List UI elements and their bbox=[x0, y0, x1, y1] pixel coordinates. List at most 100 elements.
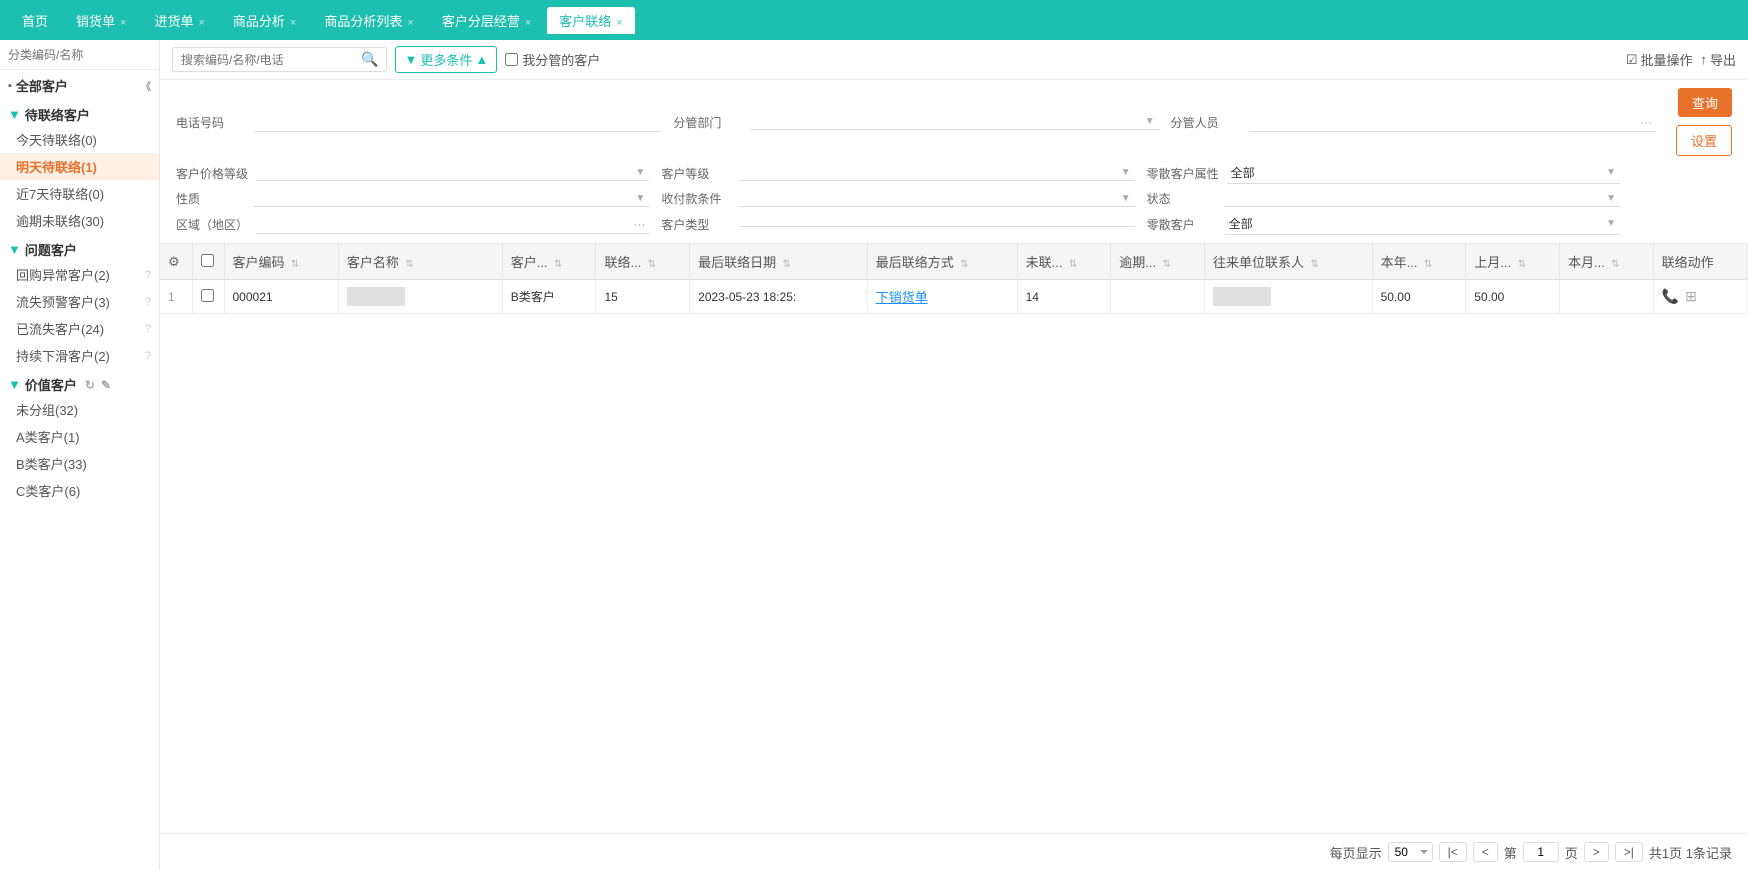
sidebar-ungrouped[interactable]: 未分组(32) bbox=[0, 396, 159, 423]
th-uncontacted[interactable]: 未联... ⇅ bbox=[1017, 244, 1111, 280]
payment-select[interactable]: ▼ bbox=[739, 191, 1134, 207]
phone-filter: 电话号码 bbox=[176, 113, 661, 132]
page-label-end: 页 bbox=[1565, 843, 1578, 862]
th-last-contact-date[interactable]: 最后联络日期 ⇅ bbox=[690, 244, 868, 280]
sort-contact-count-icon: ⇅ bbox=[648, 259, 656, 270]
toolbar: 🔍 ▼ 更多条件 ▲ 我分管的客户 ☑ 批量操作 ↑ 导出 bbox=[160, 40, 1748, 80]
th-this-year[interactable]: 本年... ⇅ bbox=[1372, 244, 1466, 280]
row-contact-count: 15 bbox=[596, 280, 690, 314]
filter-row-3: 性质 ▼ 收付款条件 ▼ 状态 bbox=[176, 190, 1732, 207]
prev-page-button[interactable]: < bbox=[1473, 842, 1498, 862]
nav-product-analysis-list[interactable]: 商品分析列表× bbox=[312, 7, 425, 34]
nav-product-analysis[interactable]: 商品分析× bbox=[221, 7, 308, 34]
sidebar-churn-warning[interactable]: 流失预警客户(3) ? bbox=[0, 288, 159, 315]
status-select[interactable]: ▼ bbox=[1225, 191, 1620, 207]
set-button[interactable]: 设置 bbox=[1676, 125, 1732, 156]
gender-select[interactable]: ▼ bbox=[254, 191, 649, 207]
region-dots: ··· bbox=[633, 217, 645, 231]
nav-home[interactable]: 首页 bbox=[10, 7, 60, 34]
nav-customer-segmentation[interactable]: 客户分层经营× bbox=[430, 7, 543, 34]
region-select[interactable]: ··· bbox=[256, 215, 649, 234]
row-last-contact-method[interactable]: 下销货单 bbox=[867, 280, 1017, 314]
retail-attr-select[interactable]: 全部 ▼ bbox=[1227, 162, 1620, 184]
sort-name-icon: ⇅ bbox=[405, 259, 413, 270]
refresh-icon[interactable]: ↻ bbox=[85, 378, 95, 392]
sidebar-overdue-contact[interactable]: 逾期未联络(30) bbox=[0, 207, 159, 234]
first-page-button[interactable]: |< bbox=[1439, 842, 1467, 862]
payment-label: 收付款条件 bbox=[661, 190, 731, 207]
next-page-button[interactable]: > bbox=[1584, 842, 1609, 862]
sidebar-churned[interactable]: 已流失客户(24) ? bbox=[0, 315, 159, 342]
batch-operation-button[interactable]: ☑ 批量操作 bbox=[1626, 50, 1693, 69]
filter-actions: 查询 设置 bbox=[1676, 88, 1732, 156]
per-page-select[interactable]: 50 100 200 bbox=[1388, 842, 1433, 862]
sidebar-search-input[interactable] bbox=[8, 48, 160, 62]
phone-input[interactable] bbox=[254, 113, 661, 132]
customer-type-select[interactable] bbox=[739, 222, 1134, 227]
retail-attr-filter: 零散客户属性 全部 ▼ bbox=[1147, 162, 1620, 184]
status-arrow: ▼ bbox=[1606, 193, 1616, 204]
more-filters-button[interactable]: ▼ 更多条件 ▲ bbox=[395, 46, 497, 73]
last-contact-method-link[interactable]: 下销货单 bbox=[876, 290, 928, 305]
th-this-month[interactable]: 本月... ⇅ bbox=[1559, 244, 1653, 280]
th-name[interactable]: 客户名称 ⇅ bbox=[338, 244, 502, 280]
sort-overdue-icon: ⇅ bbox=[1162, 259, 1170, 270]
search-input[interactable] bbox=[181, 53, 361, 67]
export-icon: ↑ bbox=[1700, 52, 1707, 67]
dept-select[interactable]: ▼ bbox=[751, 114, 1158, 130]
sidebar-c-customers[interactable]: C类客户(6) bbox=[0, 477, 159, 504]
sidebar-abnormal-repurchase[interactable]: 回购异常客户(2) ? bbox=[0, 261, 159, 288]
th-code[interactable]: 客户编码 ⇅ bbox=[224, 244, 338, 280]
retail-customer-select[interactable]: 全部 ▼ bbox=[1225, 213, 1620, 235]
select-all-checkbox[interactable] bbox=[201, 254, 214, 267]
sidebar-declining[interactable]: 持续下滑客户(2) ? bbox=[0, 342, 159, 369]
customer-value-select[interactable]: ▼ bbox=[256, 165, 649, 181]
query-button[interactable]: 查询 bbox=[1678, 88, 1732, 117]
sidebar-tomorrow-contact[interactable]: 明天待联络(1) bbox=[0, 153, 159, 180]
th-contact-person[interactable]: 往来单位联系人 ⇅ bbox=[1204, 244, 1372, 280]
row-customer-type: B类客户 bbox=[502, 280, 596, 314]
th-customer-type[interactable]: 客户... ⇅ bbox=[502, 244, 596, 280]
row-checkbox[interactable] bbox=[201, 289, 214, 302]
last-page-button[interactable]: >| bbox=[1615, 842, 1643, 862]
filter-panel: 电话号码 分管部门 ▼ 分管人员 ··· bbox=[160, 80, 1748, 244]
customer-level-select[interactable]: ▼ bbox=[739, 165, 1134, 181]
th-contact-count[interactable]: 联络... ⇅ bbox=[596, 244, 690, 280]
sidebar: 🔍 ▪ 全部客户 《 ▼ 待联络客户 今天待联络(0) 明天待联络(1) 近7天… bbox=[0, 40, 160, 870]
person-select[interactable]: ··· bbox=[1249, 113, 1656, 132]
customer-type-label: 客户类型 bbox=[661, 216, 731, 233]
page-number-input[interactable] bbox=[1523, 842, 1559, 862]
edit-icon[interactable]: ✎ bbox=[101, 378, 111, 392]
gender-label: 性质 bbox=[176, 190, 246, 207]
sidebar-week-contact[interactable]: 近7天待联络(0) bbox=[0, 180, 159, 207]
nav-purchase-order[interactable]: 进货单× bbox=[142, 7, 216, 34]
grid-action-icon[interactable]: ⊞ bbox=[1685, 288, 1697, 305]
person-select-dots: ··· bbox=[1640, 115, 1652, 129]
th-last-month[interactable]: 上月... ⇅ bbox=[1466, 244, 1560, 280]
help-icon-3: ? bbox=[145, 350, 151, 362]
collapse-icon: ▪ bbox=[8, 80, 12, 92]
my-customers-checkbox-label[interactable]: 我分管的客户 bbox=[505, 50, 600, 69]
all-customers-header[interactable]: ▪ 全部客户 《 bbox=[0, 70, 159, 99]
sidebar-today-contact[interactable]: 今天待联络(0) bbox=[0, 126, 159, 153]
sort-method-icon: ⇅ bbox=[960, 259, 968, 270]
search-submit-icon[interactable]: 🔍 bbox=[361, 51, 378, 68]
th-last-contact-method[interactable]: 最后联络方式 ⇅ bbox=[867, 244, 1017, 280]
phone-action-icon[interactable]: 📞 bbox=[1662, 288, 1679, 305]
help-icon-0: ? bbox=[145, 269, 151, 281]
gear-icon[interactable]: ⚙ bbox=[168, 254, 180, 269]
nav-sales-order[interactable]: 销货单× bbox=[64, 7, 138, 34]
retail-attr-label: 零散客户属性 bbox=[1147, 165, 1219, 182]
retail-customer-filter: 零散客户 全部 ▼ bbox=[1147, 213, 1620, 235]
sidebar-a-customers[interactable]: A类客户(1) bbox=[0, 423, 159, 450]
sort-last-date-icon: ⇅ bbox=[783, 259, 791, 270]
help-icon-2: ? bbox=[145, 323, 151, 335]
sidebar-b-customers[interactable]: B类客户(33) bbox=[0, 450, 159, 477]
my-customers-checkbox[interactable] bbox=[505, 53, 518, 66]
row-name: ██ bbox=[338, 280, 502, 314]
sidebar-search-bar: 🔍 bbox=[0, 40, 159, 70]
nav-customer-contact[interactable]: 客户联络× bbox=[547, 7, 634, 34]
row-checkbox-cell bbox=[192, 280, 224, 314]
th-overdue[interactable]: 逾期... ⇅ bbox=[1111, 244, 1205, 280]
export-button[interactable]: ↑ 导出 bbox=[1700, 50, 1736, 69]
